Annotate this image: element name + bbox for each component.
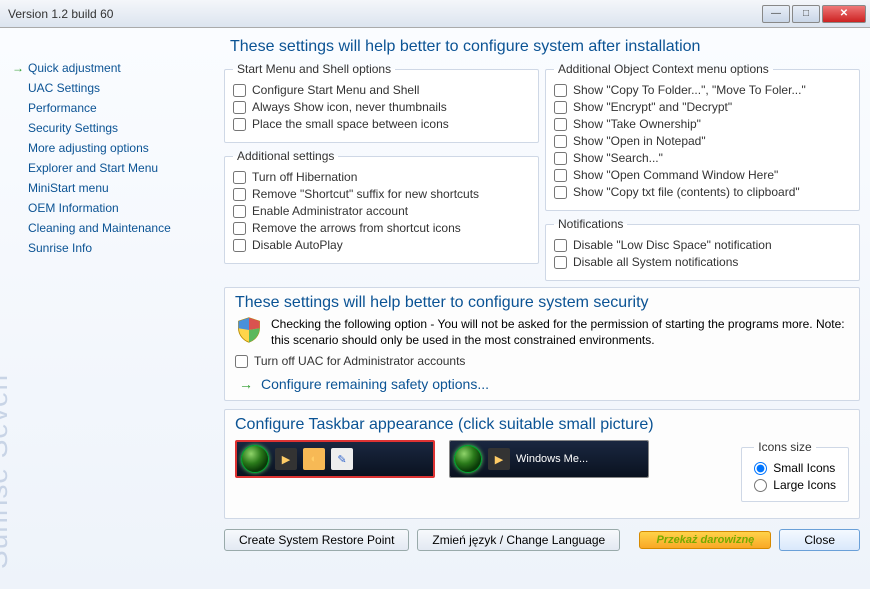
brand-text: Sunrise Seven	[0, 374, 14, 569]
nav-item-7[interactable]: OEM Information	[8, 198, 210, 218]
checkbox-uac-admin[interactable]: Turn off UAC for Administrator accounts	[235, 354, 849, 368]
security-section: These settings will help better to confi…	[224, 287, 860, 401]
maximize-button[interactable]: □	[792, 5, 820, 23]
nav-item-0[interactable]: Quick adjustment	[8, 58, 210, 78]
app-icon-2: ✎	[331, 448, 353, 470]
chk-context-6[interactable]: Show "Copy txt file (contents) to clipbo…	[554, 185, 851, 199]
donate-button[interactable]: Przekaż darowiznę	[639, 531, 771, 549]
arrow-icon: →	[239, 376, 253, 392]
folder-icon: ▶	[488, 448, 510, 470]
main-panel: These settings will help better to confi…	[218, 28, 870, 589]
change-language-button[interactable]: Zmień język / Change Language	[417, 529, 620, 551]
minimize-button[interactable]: —	[762, 5, 790, 23]
chk-context-2[interactable]: Show "Take Ownership"	[554, 117, 851, 131]
nav-item-8[interactable]: Cleaning and Maintenance	[8, 218, 210, 238]
nav-item-5[interactable]: Explorer and Start Menu	[8, 158, 210, 178]
chk-startmenu-0[interactable]: Configure Start Menu and Shell	[233, 83, 530, 97]
restore-point-button[interactable]: Create System Restore Point	[224, 529, 409, 551]
group-icons-size: Icons size Small Icons Large Icons	[741, 440, 849, 502]
chk-context-0[interactable]: Show "Copy To Folder...", "Move To Foler…	[554, 83, 851, 97]
app-icon: ◐	[303, 448, 325, 470]
heading-install: These settings will help better to confi…	[230, 38, 860, 56]
taskbar-preview-large[interactable]: ▶ Windows Me...	[449, 440, 649, 478]
start-orb-icon	[454, 445, 482, 473]
folder-icon: ▶	[275, 448, 297, 470]
group-startmenu: Start Menu and Shell options Configure S…	[224, 62, 539, 143]
heading-security: These settings will help better to confi…	[235, 294, 849, 312]
heading-taskbar: Configure Taskbar appearance (click suit…	[235, 416, 849, 434]
taskbar-preview-small[interactable]: ▶ ◐ ✎	[235, 440, 435, 478]
chk-startmenu-1[interactable]: Always Show icon, never thumbnails	[233, 100, 530, 114]
nav-item-9[interactable]: Sunrise Info	[8, 238, 210, 258]
chk-additional-4[interactable]: Disable AutoPlay	[233, 238, 530, 252]
close-window-button[interactable]: ✕	[822, 5, 866, 23]
chk-additional-0[interactable]: Turn off Hibernation	[233, 170, 530, 184]
chk-additional-2[interactable]: Enable Administrator account	[233, 204, 530, 218]
chk-context-1[interactable]: Show "Encrypt" and "Decrypt"	[554, 100, 851, 114]
chk-context-5[interactable]: Show "Open Command Window Here"	[554, 168, 851, 182]
sidebar: Quick adjustmentUAC SettingsPerformanceS…	[0, 28, 218, 589]
radio-large-icons[interactable]: Large Icons	[754, 478, 836, 492]
chk-startmenu-2[interactable]: Place the small space between icons	[233, 117, 530, 131]
nav-item-1[interactable]: UAC Settings	[8, 78, 210, 98]
group-notifications: Notifications Disable "Low Disc Space" n…	[545, 217, 860, 281]
start-orb-icon	[241, 445, 269, 473]
nav-item-2[interactable]: Performance	[8, 98, 210, 118]
window-title: Version 1.2 build 60	[8, 7, 762, 21]
chk-additional-3[interactable]: Remove the arrows from shortcut icons	[233, 221, 530, 235]
radio-small-icons[interactable]: Small Icons	[754, 461, 836, 475]
nav-item-4[interactable]: More adjusting options	[8, 138, 210, 158]
nav-item-6[interactable]: MiniStart menu	[8, 178, 210, 198]
chk-additional-1[interactable]: Remove "Shortcut" suffix for new shortcu…	[233, 187, 530, 201]
titlebar: Version 1.2 build 60 — □ ✕	[0, 0, 870, 28]
nav-item-3[interactable]: Security Settings	[8, 118, 210, 138]
group-context: Additional Object Context menu options S…	[545, 62, 860, 211]
taskbar-section: Configure Taskbar appearance (click suit…	[224, 409, 860, 519]
chk-context-4[interactable]: Show "Search..."	[554, 151, 851, 165]
security-note: Checking the following option - You will…	[271, 316, 849, 348]
chk-context-3[interactable]: Show "Open in Notepad"	[554, 134, 851, 148]
close-button[interactable]: Close	[779, 529, 860, 551]
link-safety-options[interactable]: → Configure remaining safety options...	[239, 376, 849, 392]
group-additional: Additional settings Turn off Hibernation…	[224, 149, 539, 264]
shield-icon	[235, 316, 263, 344]
chk-notify-0[interactable]: Disable "Low Disc Space" notification	[554, 238, 851, 252]
chk-notify-1[interactable]: Disable all System notifications	[554, 255, 851, 269]
